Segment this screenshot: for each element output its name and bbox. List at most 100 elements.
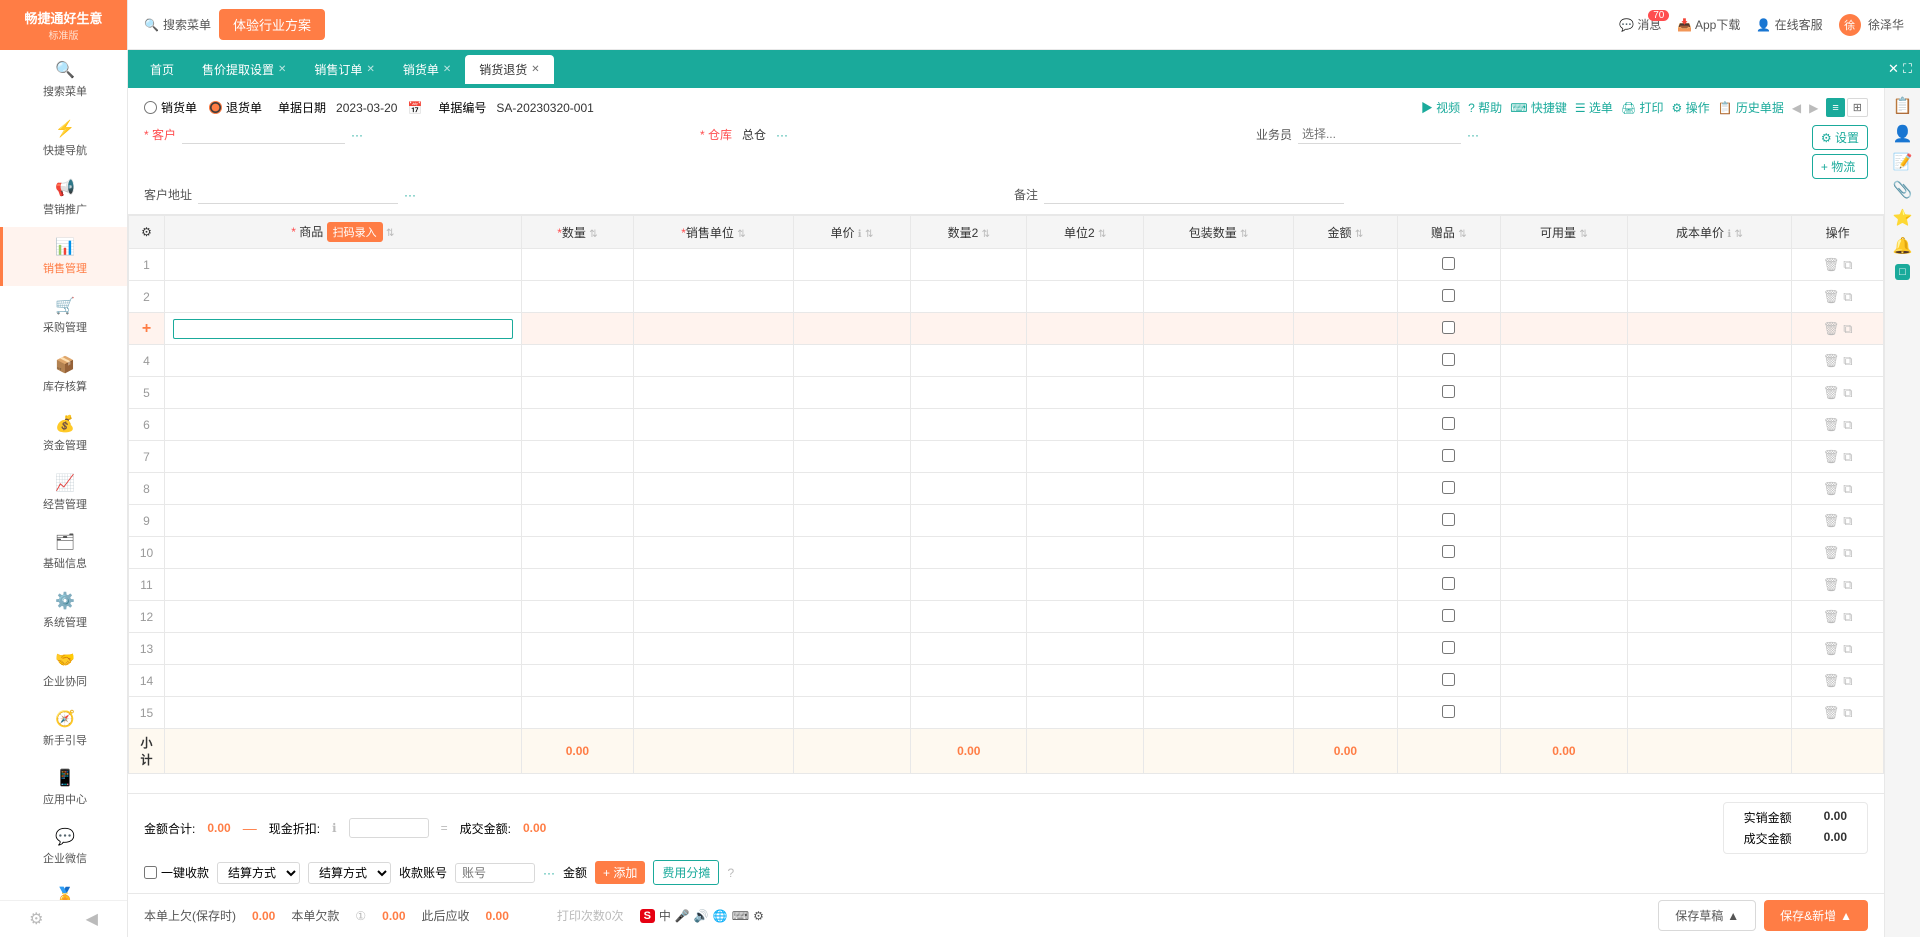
qty2-cell[interactable] — [911, 281, 1027, 313]
qty-cell[interactable] — [521, 505, 634, 537]
cost-cell[interactable] — [1627, 601, 1791, 633]
amount-cell[interactable] — [1294, 377, 1397, 409]
pkgqty-sort-icon[interactable]: ⇅ — [1240, 229, 1248, 240]
copy-row-icon[interactable]: ⧉ — [1843, 513, 1852, 529]
settlement-select[interactable]: 结算方式 — [217, 862, 300, 884]
amount-cell[interactable] — [1294, 601, 1397, 633]
sidebar-item-shortcut[interactable]: ⚡ 快捷导航 — [0, 109, 127, 168]
right-panel-icon-4[interactable]: 📎 — [1893, 180, 1913, 200]
gift-cell[interactable] — [1397, 633, 1500, 665]
pkgqty-cell[interactable] — [1143, 633, 1293, 665]
right-panel-icon-1[interactable]: 📋 — [1893, 96, 1913, 116]
gift-cell[interactable] — [1397, 537, 1500, 569]
qty-cell[interactable] — [521, 473, 634, 505]
tab-order[interactable]: 销售订单 ✕ — [300, 55, 388, 84]
cost-cell[interactable] — [1627, 377, 1791, 409]
cost-cell[interactable] — [1627, 537, 1791, 569]
gift-checkbox[interactable] — [1442, 577, 1455, 590]
product-cell[interactable] — [165, 665, 522, 697]
available-cell[interactable] — [1500, 345, 1627, 377]
prev-doc-icon[interactable]: ◀ — [1792, 101, 1801, 115]
delete-row-icon[interactable]: 🗑 — [1823, 673, 1840, 689]
add-payment-button[interactable]: + 添加 — [595, 861, 645, 884]
gift-cell[interactable] — [1397, 281, 1500, 313]
available-cell[interactable] — [1500, 665, 1627, 697]
available-cell[interactable] — [1500, 281, 1627, 313]
gift-cell[interactable] — [1397, 601, 1500, 633]
delete-row-icon[interactable]: 🗑 — [1823, 449, 1840, 465]
gift-checkbox[interactable] — [1442, 449, 1455, 462]
pkgqty-cell[interactable] — [1143, 441, 1293, 473]
cost-cell[interactable] — [1627, 697, 1791, 729]
sidebar-item-wechat[interactable]: 💬 企业微信 — [0, 817, 127, 876]
unit2-cell[interactable] — [1027, 249, 1143, 281]
right-panel-icon-5[interactable]: ⭐ — [1893, 208, 1913, 228]
save-draft-button[interactable]: 保存草稿 ▲ — [1658, 900, 1756, 931]
tab-return-close[interactable]: ✕ — [531, 64, 539, 75]
product-cell[interactable] — [165, 473, 522, 505]
video-btn[interactable]: ▶ 视频 — [1421, 99, 1460, 116]
gift-checkbox[interactable] — [1442, 673, 1455, 686]
price-cell[interactable] — [793, 665, 910, 697]
tab-return[interactable]: 销货退货 ✕ — [465, 55, 553, 84]
warehouse-picker[interactable]: ··· — [776, 128, 788, 142]
scan-button[interactable]: 扫码录入 — [327, 222, 383, 242]
unit2-cell[interactable] — [1027, 601, 1143, 633]
select-btn[interactable]: ☰ 选单 — [1575, 99, 1613, 116]
unit2-cell[interactable] — [1027, 281, 1143, 313]
gift-cell[interactable] — [1397, 441, 1500, 473]
copy-row-icon[interactable]: ⧉ — [1843, 673, 1852, 689]
tab-expand-icon[interactable]: ⛶ — [1903, 61, 1912, 77]
unit-cell[interactable] — [634, 377, 794, 409]
cost-cell[interactable] — [1627, 665, 1791, 697]
qty2-cell[interactable] — [911, 249, 1027, 281]
qty-cell[interactable] — [521, 441, 634, 473]
help-info-icon[interactable]: ℹ — [332, 821, 337, 835]
available-cell[interactable] — [1500, 569, 1627, 601]
qty2-cell[interactable] — [911, 665, 1027, 697]
pkgqty-cell[interactable] — [1143, 697, 1293, 729]
gift-checkbox[interactable] — [1442, 481, 1455, 494]
price-cell[interactable] — [793, 409, 910, 441]
amount-cell[interactable] — [1294, 281, 1397, 313]
next-doc-icon[interactable]: ▶ — [1809, 101, 1818, 115]
qty2-cell[interactable] — [911, 505, 1027, 537]
gift-cell[interactable] — [1397, 697, 1500, 729]
qty2-cell[interactable] — [911, 377, 1027, 409]
gift-cell[interactable] — [1397, 249, 1500, 281]
remark-input[interactable] — [1044, 185, 1344, 204]
pkgqty-cell[interactable] — [1143, 601, 1293, 633]
tab-delivery[interactable]: 销货单 ✕ — [389, 55, 465, 84]
unit-cell[interactable] — [634, 697, 794, 729]
tab-price-close[interactable]: ✕ — [278, 64, 286, 75]
tab-order-close[interactable]: ✕ — [366, 64, 374, 75]
amount-cell[interactable] — [1294, 537, 1397, 569]
available-cell[interactable] — [1500, 537, 1627, 569]
amount-cell[interactable] — [1294, 313, 1397, 345]
cost-cell[interactable] — [1627, 313, 1791, 345]
unit-cell[interactable] — [634, 633, 794, 665]
available-cell[interactable] — [1500, 249, 1627, 281]
pkgqty-cell[interactable] — [1143, 313, 1293, 345]
price-cell[interactable] — [793, 697, 910, 729]
qty2-cell[interactable] — [911, 537, 1027, 569]
collapse-icon[interactable]: ◀ — [86, 909, 98, 929]
gift-checkbox[interactable] — [1442, 609, 1455, 622]
unit-cell[interactable] — [634, 665, 794, 697]
delete-row-icon[interactable]: 🗑 — [1823, 353, 1840, 369]
add-row-btn[interactable]: + — [142, 320, 151, 337]
available-cell[interactable] — [1500, 377, 1627, 409]
sidebar-item-finance[interactable]: 💰 资金管理 — [0, 404, 127, 463]
pkgqty-cell[interactable] — [1143, 537, 1293, 569]
price-cell[interactable] — [793, 505, 910, 537]
gift-cell[interactable] — [1397, 345, 1500, 377]
product-cell[interactable] — [165, 537, 522, 569]
qty2-cell[interactable] — [911, 409, 1027, 441]
sidebar-item-inventory[interactable]: 📦 库存核算 — [0, 345, 127, 404]
unit2-cell[interactable] — [1027, 313, 1143, 345]
delete-row-icon[interactable]: 🗑 — [1823, 417, 1840, 433]
address-input[interactable] — [198, 185, 398, 204]
unit-cell[interactable] — [634, 505, 794, 537]
qty2-cell[interactable] — [911, 345, 1027, 377]
radio-delivery[interactable]: 销货单 — [144, 99, 197, 116]
